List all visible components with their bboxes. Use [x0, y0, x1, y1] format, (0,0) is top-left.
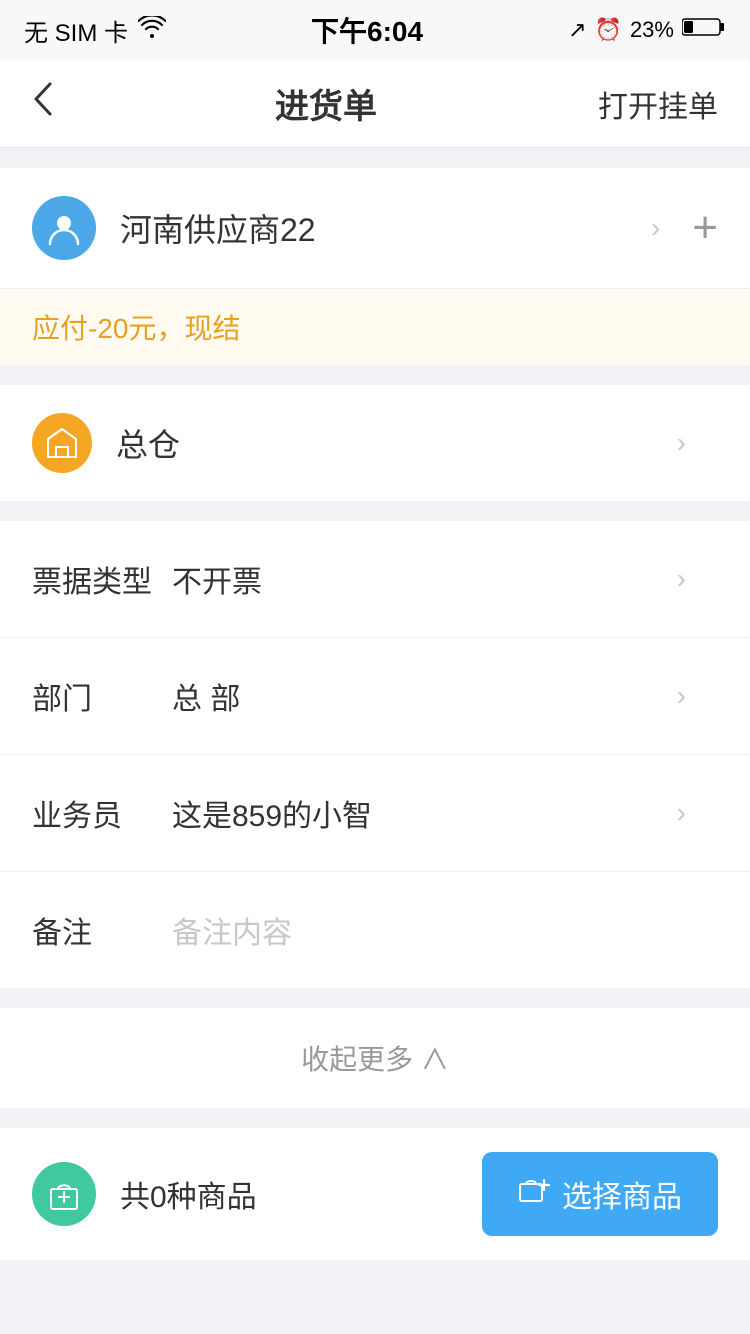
wifi-icon	[138, 16, 166, 45]
select-goods-button[interactable]: 选择商品	[482, 1152, 718, 1236]
ticket-type-label: 票据类型	[32, 557, 172, 601]
nav-bar: 进货单 打开挂单	[0, 60, 750, 148]
ticket-type-value: 不开票	[172, 557, 677, 601]
location-icon: ↗	[568, 17, 586, 43]
avatar	[32, 196, 96, 260]
supplier-notice: 应付-20元，现结	[0, 289, 750, 365]
ticket-type-row[interactable]: 票据类型 不开票 ›	[0, 521, 750, 638]
supplier-chevron-icon: ›	[651, 212, 660, 244]
open-pending-button[interactable]: 打开挂单	[598, 82, 718, 126]
battery-label: 23%	[630, 17, 674, 43]
warehouse-row[interactable]: 总仓 ›	[0, 385, 750, 501]
dept-chevron-icon: ›	[677, 680, 686, 712]
status-time: 下午6:04	[311, 10, 423, 50]
dept-row[interactable]: 部门 总 部 ›	[0, 638, 750, 755]
supplier-row[interactable]: 河南供应商22 › +	[0, 168, 750, 289]
form-section: 票据类型 不开票 › 部门 总 部 › 业务员 这是859的小智 › 备注 备注…	[0, 521, 750, 988]
collapse-row[interactable]: 收起更多 ∧	[0, 1008, 750, 1108]
goods-icon	[32, 1162, 96, 1226]
add-supplier-button[interactable]: +	[692, 203, 718, 253]
ticket-chevron-icon: ›	[677, 563, 686, 595]
carrier-label: 无 SIM 卡	[24, 13, 128, 48]
page-title: 进货单	[275, 79, 377, 128]
dept-value: 总 部	[172, 674, 677, 718]
warehouse-card: 总仓 ›	[0, 385, 750, 501]
select-goods-icon	[518, 1176, 550, 1212]
status-right: ↗ ⏰ 23%	[568, 16, 726, 44]
supplier-card: 河南供应商22 › + 应付-20元，现结	[0, 168, 750, 365]
dept-label: 部门	[32, 674, 172, 718]
remark-label: 备注	[32, 908, 172, 952]
status-bar: 无 SIM 卡 下午6:04 ↗ ⏰ 23%	[0, 0, 750, 60]
warehouse-icon	[32, 413, 92, 473]
warehouse-name: 总仓	[116, 420, 677, 466]
battery-icon	[682, 16, 726, 44]
collapse-label: 收起更多 ∧	[301, 1038, 449, 1078]
salesperson-value: 这是859的小智	[172, 791, 677, 835]
goods-count: 共0种商品	[120, 1172, 482, 1216]
alarm-icon: ⏰	[595, 17, 622, 43]
back-button[interactable]	[32, 80, 54, 127]
salesperson-chevron-icon: ›	[677, 797, 686, 829]
salesperson-row[interactable]: 业务员 这是859的小智 ›	[0, 755, 750, 872]
remark-input[interactable]: 备注内容	[172, 908, 718, 952]
remark-row[interactable]: 备注 备注内容	[0, 872, 750, 988]
status-left: 无 SIM 卡	[24, 13, 166, 48]
section-gap-top	[0, 148, 750, 168]
warehouse-chevron-icon: ›	[677, 427, 686, 459]
supplier-name: 河南供应商22	[120, 205, 651, 251]
salesperson-label: 业务员	[32, 791, 172, 835]
select-goods-label: 选择商品	[562, 1172, 682, 1216]
goods-bar: 共0种商品 选择商品	[0, 1128, 750, 1260]
